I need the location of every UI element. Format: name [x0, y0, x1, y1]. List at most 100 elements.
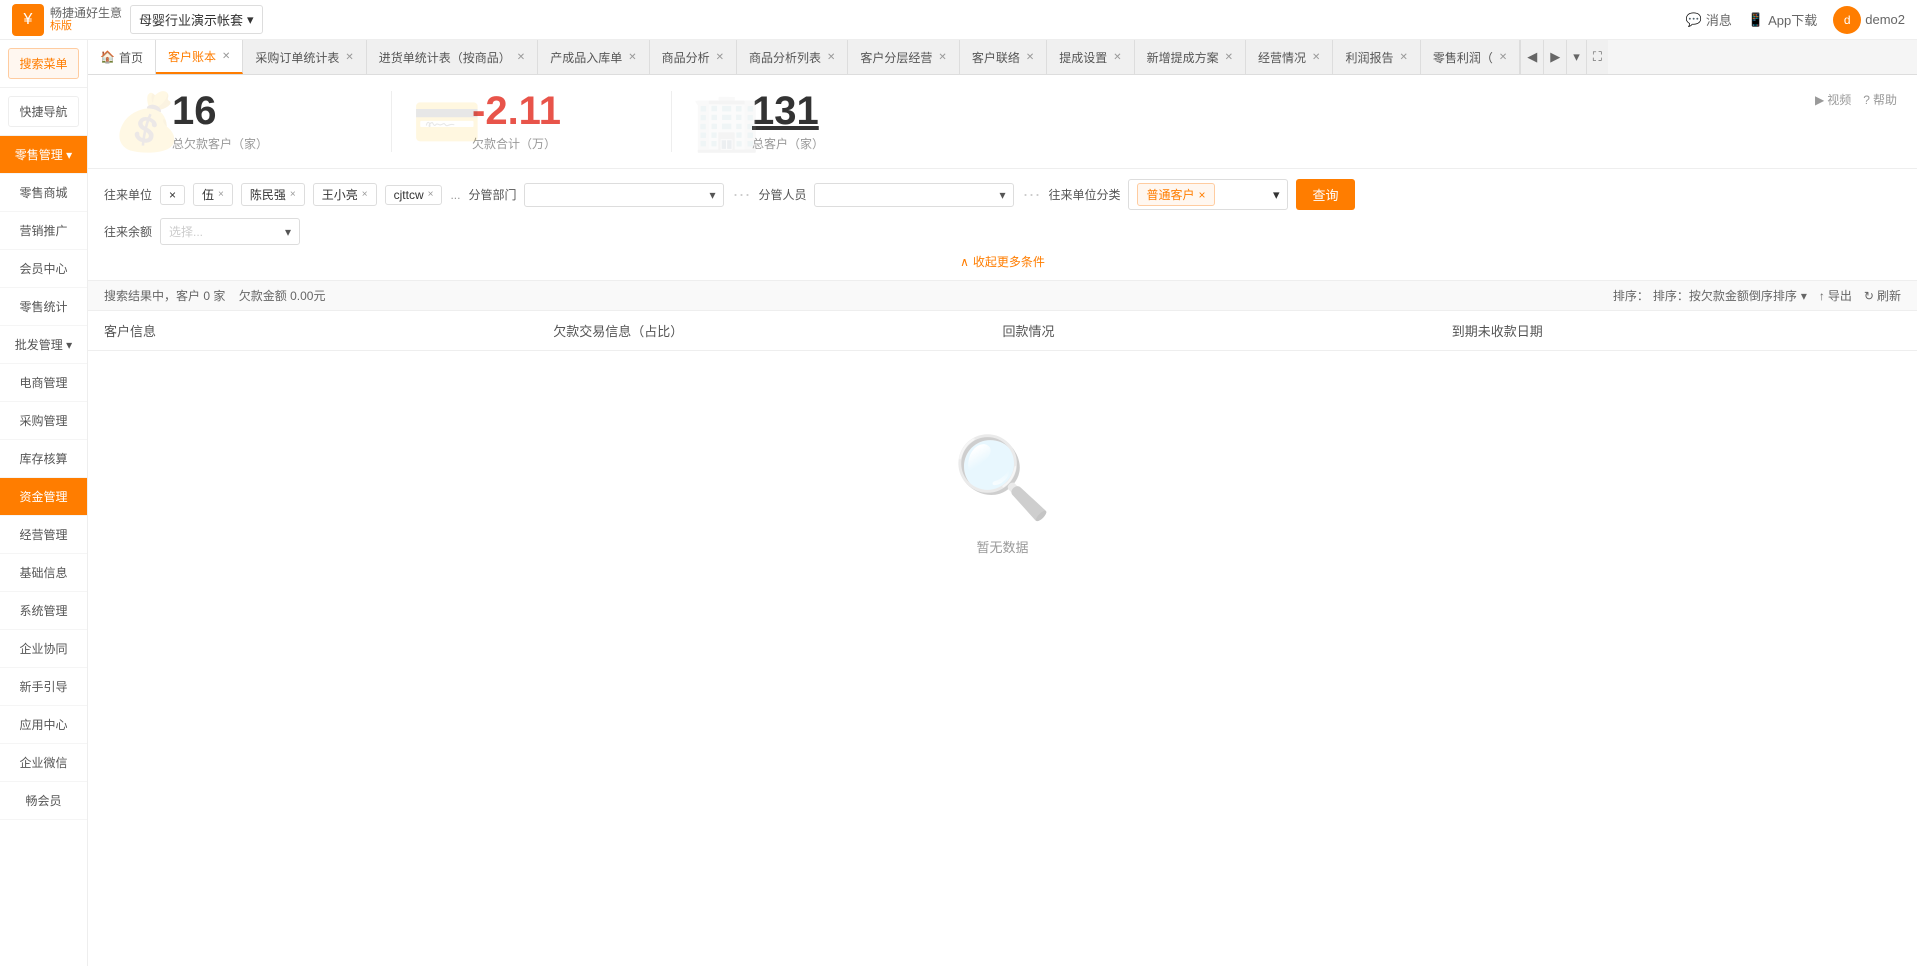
stat1-label: 总欠款客户（家） — [172, 135, 331, 152]
collapse-filter-button[interactable]: ∧ 收起更多条件 — [960, 253, 1045, 270]
sidebar-item-basic-info[interactable]: 基础信息 — [0, 554, 87, 592]
sidebar-quicknav-section: 快捷导航 — [0, 88, 87, 136]
balance-filter-label: 往来余额 — [104, 223, 152, 240]
tab-close-production[interactable]: ✕ — [628, 52, 636, 63]
tab-operations[interactable]: 经营情况 ✕ — [1246, 40, 1333, 74]
sidebar-item-purchase[interactable]: 采购管理 — [0, 402, 87, 440]
balance-filter-select[interactable]: 选择... ▾ — [160, 218, 300, 245]
dept-filter-select[interactable]: ▾ — [524, 183, 724, 207]
sidebar-item-app-center[interactable]: 应用中心 — [0, 706, 87, 744]
filter-dots-2: ··· — [1022, 184, 1040, 205]
remove-tag-wang[interactable]: × — [362, 189, 368, 200]
refresh-button[interactable]: ↻ 刷新 — [1864, 287, 1901, 304]
tab-customer-tier[interactable]: 客户分层经营 ✕ — [848, 40, 959, 74]
remove-tag-cjttcw[interactable]: × — [428, 189, 434, 200]
remove-unit-type-tag[interactable]: × — [1199, 188, 1206, 202]
unit-type-filter-input[interactable]: 普通客户 × ▾ — [1128, 179, 1288, 210]
quick-nav-button[interactable]: 快捷导航 — [8, 96, 79, 127]
search-menu-button[interactable]: 搜索菜单 — [8, 48, 79, 79]
logo-icon: ¥ — [12, 4, 44, 36]
tab-close-new-raise[interactable]: ✕ — [1225, 52, 1233, 63]
sidebar-item-finance[interactable]: 资金管理 — [0, 478, 87, 516]
tab-close-tier[interactable]: ✕ — [938, 52, 946, 63]
sidebar-item-marketing[interactable]: 营销推广 — [0, 212, 87, 250]
person-filter-label: 分管人员 — [758, 186, 806, 203]
refresh-icon: ↻ — [1864, 289, 1874, 303]
tab-bar: 🏠 首页 客户账本 ✕ 采购订单统计表 ✕ 进货单统计表（按商品） ✕ 产成品入… — [88, 40, 1917, 75]
top-bar: ¥ 畅捷通好生意 标版 母婴行业演示帐套 ▾ 💬 消息 📱 App下载 d — [0, 0, 1917, 40]
sidebar-item-wholesale[interactable]: 批发管理 ▾ — [0, 326, 87, 364]
col-customer-info: 客户信息 — [104, 321, 553, 340]
stat-block-customers: 💰 16 总欠款客户（家） — [112, 91, 392, 152]
tab-inbound-stats[interactable]: 进货单统计表（按商品） ✕ — [367, 40, 538, 74]
sidebar-item-operations[interactable]: 经营管理 — [0, 516, 87, 554]
avatar: d — [1833, 6, 1861, 34]
unit-type-filter-label: 往来单位分类 — [1048, 186, 1120, 203]
tab-close-profit[interactable]: ✕ — [1399, 52, 1407, 63]
tab-close-product[interactable]: ✕ — [716, 52, 724, 63]
sidebar-item-retail-mall[interactable]: 零售商城 — [0, 174, 87, 212]
tab-customers[interactable]: 客户账本 ✕ — [156, 40, 243, 74]
tab-home[interactable]: 🏠 首页 — [88, 40, 156, 74]
tab-close-retail[interactable]: ✕ — [1499, 52, 1507, 63]
help-button[interactable]: ? 帮助 — [1863, 91, 1897, 108]
tab-product-analysis[interactable]: 商品分析 ✕ — [650, 40, 737, 74]
sidebar-item-enterprise-coop[interactable]: 企业协同 — [0, 630, 87, 668]
user-profile[interactable]: d demo2 — [1833, 6, 1905, 34]
sidebar-item-member[interactable]: 会员中心 — [0, 250, 87, 288]
logo-text: 畅捷通好生意 标版 — [50, 6, 122, 34]
tab-profit[interactable]: 利润报告 ✕ — [1333, 40, 1420, 74]
content-area: 🏠 首页 客户账本 ✕ 采购订单统计表 ✕ 进货单统计表（按商品） ✕ 产成品入… — [88, 40, 1917, 966]
sidebar-item-enterprise-wechat[interactable]: 企业微信 — [0, 744, 87, 782]
filter-tag-wu: 伍 × — [193, 183, 233, 206]
main-area: 搜索菜单 快捷导航 零售管理 ▾ 零售商城 营销推广 会员中心 零售统计 — [0, 40, 1917, 966]
tab-product-analysis-list[interactable]: 商品分析列表 ✕ — [737, 40, 848, 74]
sidebar-item-retail[interactable]: 零售管理 ▾ — [0, 136, 87, 174]
tab-close-customers[interactable]: ✕ — [222, 51, 230, 62]
person-filter-select[interactable]: ▾ — [814, 183, 1014, 207]
tab-new-raise[interactable]: 新增提成方案 ✕ — [1135, 40, 1246, 74]
query-button[interactable]: 查询 — [1296, 179, 1354, 210]
sidebar-item-member2[interactable]: 畅会员 — [0, 782, 87, 820]
chevron-down-icon: ▾ — [285, 225, 291, 239]
chevron-down-icon: ▾ — [247, 12, 254, 28]
remove-tag-chen[interactable]: × — [290, 189, 296, 200]
empty-icon: 🔍 — [953, 431, 1053, 525]
tab-nav-forward[interactable]: ▶ — [1543, 40, 1566, 74]
account-selector[interactable]: 母婴行业演示帐套 ▾ — [130, 5, 263, 34]
remove-tag-wu[interactable]: × — [218, 189, 224, 200]
tab-close-product-list[interactable]: ✕ — [827, 52, 835, 63]
download-icon: 📱 — [1748, 12, 1764, 28]
tab-retail-profit[interactable]: 零售利润（ ✕ — [1421, 40, 1520, 74]
sidebar-item-retail-stats[interactable]: 零售统计 — [0, 288, 87, 326]
sidebar-item-ecommerce[interactable]: 电商管理 — [0, 364, 87, 402]
tab-production[interactable]: 产成品入库单 ✕ — [538, 40, 649, 74]
filter-more-tags[interactable]: ... — [450, 188, 460, 202]
sidebar-item-new-guide[interactable]: 新手引导 — [0, 668, 87, 706]
sidebar-item-system[interactable]: 系统管理 — [0, 592, 87, 630]
tab-customer-contact[interactable]: 客户联络 ✕ — [960, 40, 1047, 74]
tab-nav-dropdown[interactable]: ▾ — [1566, 40, 1586, 74]
tab-nav-back[interactable]: ◀ — [1520, 40, 1543, 74]
tab-close-contact[interactable]: ✕ — [1026, 52, 1034, 63]
tab-close-raise[interactable]: ✕ — [1113, 52, 1121, 63]
tab-close-ops[interactable]: ✕ — [1312, 52, 1320, 63]
stats-help-buttons: ▶ 视频 ? 帮助 — [1815, 91, 1897, 108]
chevron-down-icon: ▾ — [66, 338, 72, 352]
tab-nav-fullscreen[interactable]: ⛶ — [1586, 40, 1608, 74]
sort-select[interactable]: 排序： 排序：按欠款金额倒序排序 ▾ — [1613, 287, 1807, 304]
stat3-value[interactable]: 131 — [752, 91, 892, 131]
export-button[interactable]: ↑ 导出 — [1819, 287, 1852, 304]
logo-area: ¥ 畅捷通好生意 标版 — [12, 4, 122, 36]
tab-purchase-orders[interactable]: 采购订单统计表 ✕ — [243, 40, 366, 74]
filter-row-1: 往来单位 × 伍 × 陈民强 × 王小亮 × — [104, 179, 1901, 210]
tab-raise-settings[interactable]: 提成设置 ✕ — [1047, 40, 1134, 74]
tab-close-inbound[interactable]: ✕ — [517, 52, 525, 63]
sidebar-item-inventory[interactable]: 库存核算 — [0, 440, 87, 478]
col-due-date: 到期未收款日期 — [1452, 321, 1901, 340]
app-download-button[interactable]: 📱 App下载 — [1748, 10, 1817, 29]
help-icon: ? — [1863, 93, 1870, 107]
video-help-button[interactable]: ▶ 视频 — [1815, 91, 1851, 108]
messages-button[interactable]: 💬 消息 — [1686, 10, 1732, 29]
tab-close-purchase[interactable]: ✕ — [345, 52, 353, 63]
